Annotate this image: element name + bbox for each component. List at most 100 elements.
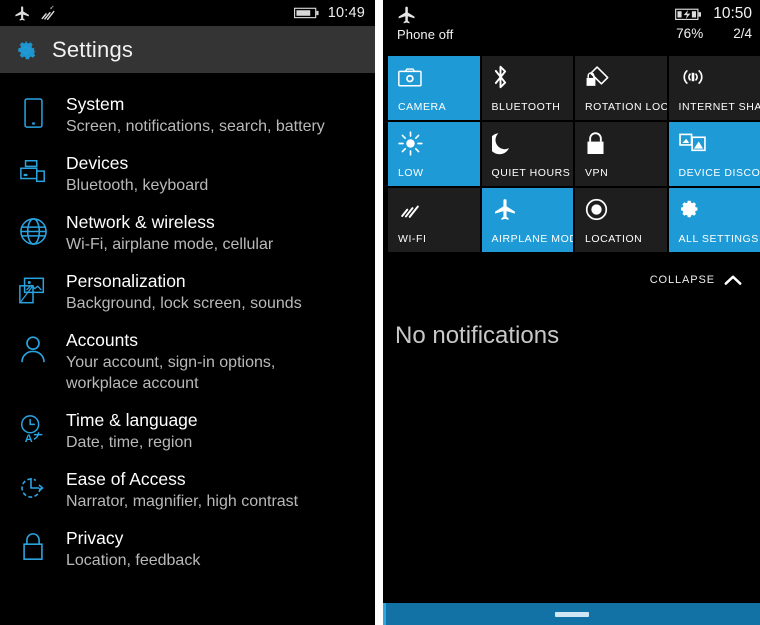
action-center-panel: Phone off 76% 10:50 2/4 CAMERA BLUETOOTH… — [383, 0, 760, 625]
bottom-drag-bar[interactable] — [383, 603, 760, 625]
clock-group: 10:50 2/4 — [713, 5, 752, 56]
quick-action-bluetooth[interactable]: BLUETOOTH — [481, 56, 574, 120]
personalization-icon — [16, 272, 50, 308]
lock-icon — [16, 529, 50, 565]
quick-action-label: QUIET HOURS — [491, 167, 571, 179]
left-clock: 10:49 — [327, 5, 365, 21]
quick-action-device-discovery[interactable]: DEVICE DISCOVERY — [668, 122, 760, 186]
settings-item-personalization[interactable]: Personalization Background, lock screen,… — [0, 262, 375, 321]
screenshot-root: 10:49 Settings System Screen, notificati… — [0, 0, 760, 625]
internet-sharing-icon — [679, 64, 760, 90]
bluetooth-icon — [492, 64, 574, 90]
right-status-right: 76% 10:50 2/4 — [675, 5, 752, 56]
settings-item-title: Time & language — [66, 410, 198, 430]
settings-item-title: Accounts — [66, 330, 138, 350]
quick-action-label: INTERNET SHARING — [678, 101, 760, 113]
bottom-bar-edge — [383, 603, 386, 625]
quick-action-all-settings[interactable]: ALL SETTINGS — [668, 188, 760, 252]
collapse-button[interactable]: COLLAPSE — [383, 252, 760, 294]
settings-item-text: Personalization Background, lock screen,… — [66, 269, 302, 314]
quick-action-quiet-hours[interactable]: QUIET HOURS — [481, 122, 573, 186]
right-status-bar: Phone off 76% 10:50 2/4 — [383, 0, 760, 56]
person-icon — [16, 331, 50, 367]
camera-icon — [398, 64, 480, 90]
quick-action-wifi[interactable]: WI-FI — [388, 188, 480, 252]
right-clock: 10:50 — [713, 5, 752, 22]
gear-icon — [679, 196, 760, 222]
panel-divider — [375, 0, 383, 625]
quick-action-internet-sharing[interactable]: INTERNET SHARING — [668, 56, 760, 120]
quick-action-label: LOCATION — [585, 233, 643, 245]
settings-item-title: Ease of Access — [66, 469, 186, 489]
rotation-lock-icon — [585, 64, 667, 90]
settings-item-subtitle: Date, time, region — [66, 434, 193, 451]
settings-item-time-language[interactable]: A Time & language Date, time, region — [0, 401, 375, 460]
location-icon — [585, 196, 667, 222]
phone-status-group: Phone off — [391, 5, 453, 56]
settings-list: System Screen, notifications, search, ba… — [0, 73, 375, 578]
settings-item-text: System Screen, notifications, search, ba… — [66, 92, 325, 137]
quick-action-brightness[interactable]: LOW — [388, 122, 480, 186]
settings-item-title: Devices — [66, 153, 129, 173]
quick-action-label: ROTATION LOCK — [585, 101, 667, 113]
settings-item-system[interactable]: System Screen, notifications, search, ba… — [0, 85, 375, 144]
settings-item-network[interactable]: Network & wireless Wi-Fi, airplane mode,… — [0, 203, 375, 262]
no-notifications-label: No notifications — [395, 322, 560, 349]
settings-item-title: System — [66, 94, 125, 114]
quick-action-airplane-mode[interactable]: AIRPLANE MODE — [481, 188, 574, 252]
left-status-bar: 10:49 — [0, 0, 375, 26]
quick-action-vpn[interactable]: VPN — [575, 122, 667, 186]
quick-action-label: BLUETOOTH — [491, 101, 561, 113]
left-status-icons — [14, 5, 58, 22]
quick-action-camera[interactable]: CAMERA — [388, 56, 480, 120]
battery-icon — [293, 6, 320, 20]
gear-icon — [14, 38, 38, 62]
time-language-icon: A — [16, 411, 50, 447]
airplane-icon — [492, 196, 574, 222]
settings-item-privacy[interactable]: Privacy Location, feedback — [0, 519, 375, 578]
quick-action-location[interactable]: LOCATION — [575, 188, 667, 252]
settings-item-text: Time & language Date, time, region — [66, 408, 198, 453]
settings-item-ease-of-access[interactable]: Ease of Access Narrator, magnifier, high… — [0, 460, 375, 519]
settings-item-subtitle: Wi-Fi, airplane mode, cellular — [66, 236, 274, 253]
settings-item-subtitle: Bluetooth, keyboard — [66, 177, 209, 194]
settings-item-subtitle: Background, lock screen, sounds — [66, 295, 302, 312]
settings-item-text: Ease of Access Narrator, magnifier, high… — [66, 467, 298, 512]
globe-icon — [16, 213, 50, 249]
settings-item-subtitle: Your account, sign-in options, workplace… — [66, 354, 276, 392]
settings-item-text: Accounts Your account, sign-in options, … — [66, 328, 346, 394]
wifi-icon — [398, 196, 480, 222]
quick-actions-grid: CAMERA BLUETOOTH ROTATION LOC INTERNET S… — [383, 56, 760, 252]
quick-action-label: LOW — [398, 167, 424, 179]
settings-item-subtitle: Screen, notifications, search, battery — [66, 118, 325, 135]
airplane-icon — [397, 5, 417, 25]
settings-item-text: Devices Bluetooth, keyboard — [66, 151, 208, 196]
quick-action-label: VPN — [585, 167, 609, 179]
settings-item-text: Privacy Location, feedback — [66, 526, 200, 571]
settings-item-accounts[interactable]: Accounts Your account, sign-in options, … — [0, 321, 375, 401]
battery-charging-icon — [675, 5, 703, 23]
battery-group: 76% — [675, 5, 703, 56]
devices-icon — [16, 154, 50, 190]
settings-item-title: Personalization — [66, 271, 186, 291]
drag-handle[interactable] — [554, 611, 589, 617]
settings-item-text: Network & wireless Wi-Fi, airplane mode,… — [66, 210, 273, 255]
collapse-label: COLLAPSE — [649, 274, 715, 286]
notification-count: 2/4 — [733, 26, 752, 41]
vpn-lock-icon — [585, 130, 667, 156]
settings-item-devices[interactable]: Devices Bluetooth, keyboard — [0, 144, 375, 203]
phone-icon — [16, 95, 50, 131]
settings-header: Settings — [0, 26, 375, 73]
left-status-right: 10:49 — [293, 5, 365, 21]
ease-of-access-icon — [16, 470, 50, 506]
quick-action-label: WI-FI — [398, 233, 427, 245]
wifi-icon — [38, 5, 58, 22]
svg-text:A: A — [25, 433, 33, 444]
settings-item-title: Network & wireless — [66, 212, 215, 232]
settings-panel: 10:49 Settings System Screen, notificati… — [0, 0, 375, 625]
settings-item-subtitle: Location, feedback — [66, 552, 201, 569]
phone-status-label: Phone off — [397, 27, 454, 42]
quick-action-rotation-lock[interactable]: ROTATION LOCK — [575, 56, 667, 120]
settings-item-title: Privacy — [66, 528, 124, 548]
settings-item-subtitle: Narrator, magnifier, high contrast — [66, 493, 299, 510]
